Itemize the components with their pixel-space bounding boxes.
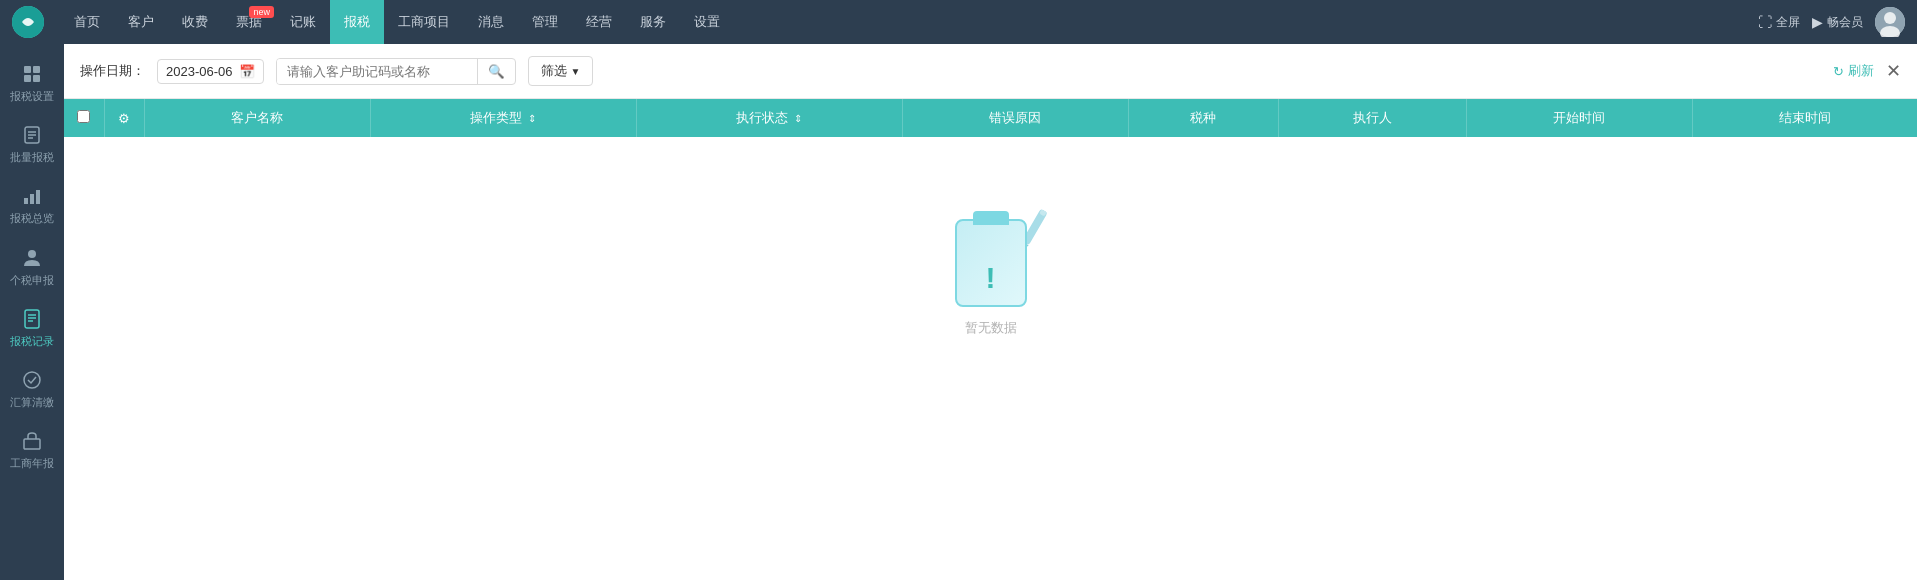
filter-button[interactable]: 筛选 ▼ [528,56,594,86]
tax-settings-icon [20,62,44,86]
nav-home[interactable]: 首页 [60,0,114,44]
close-button[interactable]: ✕ [1886,62,1901,80]
sidebar-item-tax-settings[interactable]: 报税设置 [0,52,64,113]
toolbar: 操作日期： 2023-06-06 📅 🔍 筛选 ▼ ↻ 刷新 ✕ [64,44,1917,99]
svg-point-2 [1884,12,1896,24]
svg-rect-14 [36,190,40,204]
date-picker[interactable]: 2023-06-06 📅 [157,59,264,84]
nav-message[interactable]: 消息 [464,0,518,44]
svg-point-20 [24,372,40,388]
nav-bizproject[interactable]: 工商项目 [384,0,464,44]
table-container: ⚙ 客户名称 操作类型 ⇕ 执行状态 ⇕ 错误原因 税种 执行 [64,99,1917,580]
svg-point-15 [28,250,36,258]
th-tax-type: 税种 [1128,99,1278,137]
nav-billing[interactable]: 收费 [168,0,222,44]
nav-operation[interactable]: 经营 [572,0,626,44]
table-body: ! 暂无数据 [64,137,1917,397]
nav-service[interactable]: 服务 [626,0,680,44]
empty-text: 暂无数据 [965,319,1017,337]
svg-rect-13 [30,194,34,204]
annual-report-icon [20,429,44,453]
nav-customer[interactable]: 客户 [114,0,168,44]
search-input[interactable] [277,59,477,84]
fullscreen-btn[interactable]: ⛶ 全屏 [1758,14,1800,31]
nav-invoice[interactable]: 票据 new [222,0,276,44]
batch-tax-icon [20,123,44,147]
column-settings-icon[interactable]: ⚙ [118,111,130,126]
th-start-time: 开始时间 [1466,99,1692,137]
calendar-icon: 📅 [239,64,255,79]
th-exec-status: 执行状态 ⇕ [636,99,902,137]
svg-rect-21 [24,439,40,449]
th-executor: 执行人 [1278,99,1466,137]
invoice-badge: new [249,6,274,18]
sidebar-item-tax-overview[interactable]: 报税总览 [0,174,64,235]
app-logo[interactable] [12,6,44,38]
video-icon: ▶ [1812,14,1823,30]
nav-bookkeeping[interactable]: 记账 [276,0,330,44]
svg-rect-4 [24,66,31,73]
th-error-reason: 错误原因 [902,99,1128,137]
search-icon: 🔍 [488,64,505,79]
svg-rect-7 [33,75,40,82]
th-checkbox [64,99,104,137]
sidebar-item-settlement[interactable]: 汇算清缴 [0,358,64,419]
sidebar-item-annual-report[interactable]: 工商年报 [0,419,64,480]
sidebar-item-tax-record[interactable]: 报税记录 [0,297,64,358]
search-button[interactable]: 🔍 [477,59,515,84]
search-box: 🔍 [276,58,516,85]
svg-rect-12 [24,198,28,204]
main-layout: 报税设置 批量报税 报税总览 [0,44,1917,580]
date-label: 操作日期： [80,62,145,80]
nav-settings[interactable]: 设置 [680,0,734,44]
nav-manage[interactable]: 管理 [518,0,572,44]
table-header: ⚙ 客户名称 操作类型 ⇕ 执行状态 ⇕ 错误原因 税种 执行 [64,99,1917,137]
fullscreen-icon: ⛶ [1758,14,1772,30]
toolbar-right: ↻ 刷新 ✕ [1833,62,1901,80]
tax-overview-icon [20,184,44,208]
records-table: ⚙ 客户名称 操作类型 ⇕ 执行状态 ⇕ 错误原因 税种 执行 [64,99,1917,397]
personal-tax-icon [20,246,44,270]
svg-rect-16 [25,310,39,328]
sidebar-item-personal-tax[interactable]: 个税申报 [0,236,64,297]
th-end-time: 结束时间 [1692,99,1917,137]
svg-rect-5 [33,66,40,73]
tax-record-icon [20,307,44,331]
content-area: 操作日期： 2023-06-06 📅 🔍 筛选 ▼ ↻ 刷新 ✕ [64,44,1917,580]
th-op-type: 操作类型 ⇕ [370,99,636,137]
empty-state: ! 暂无数据 [64,137,1917,397]
user-avatar[interactable] [1875,7,1905,37]
member-btn[interactable]: ▶ 畅会员 [1812,14,1863,31]
empty-illustration: ! [941,197,1041,307]
refresh-button[interactable]: ↻ 刷新 [1833,62,1874,80]
chevron-down-icon: ▼ [571,66,581,77]
settlement-icon [20,368,44,392]
nav-items: 首页 客户 收费 票据 new 记账 报税 工商项目 消息 管理 经营 服务 设… [60,0,1758,44]
th-customer-name: 客户名称 [144,99,370,137]
top-nav-right: ⛶ 全屏 ▶ 畅会员 [1758,7,1905,37]
sidebar: 报税设置 批量报税 报税总览 [0,44,64,580]
th-settings: ⚙ [104,99,144,137]
exec-status-sort-icon[interactable]: ⇕ [794,113,802,124]
refresh-icon: ↻ [1833,64,1844,79]
op-type-sort-icon[interactable]: ⇕ [528,113,536,124]
sidebar-item-batch-tax[interactable]: 批量报税 [0,113,64,174]
select-all-checkbox[interactable] [77,110,90,123]
svg-rect-6 [24,75,31,82]
top-nav: 首页 客户 收费 票据 new 记账 报税 工商项目 消息 管理 经营 服务 设… [0,0,1917,44]
nav-tax[interactable]: 报税 [330,0,384,44]
